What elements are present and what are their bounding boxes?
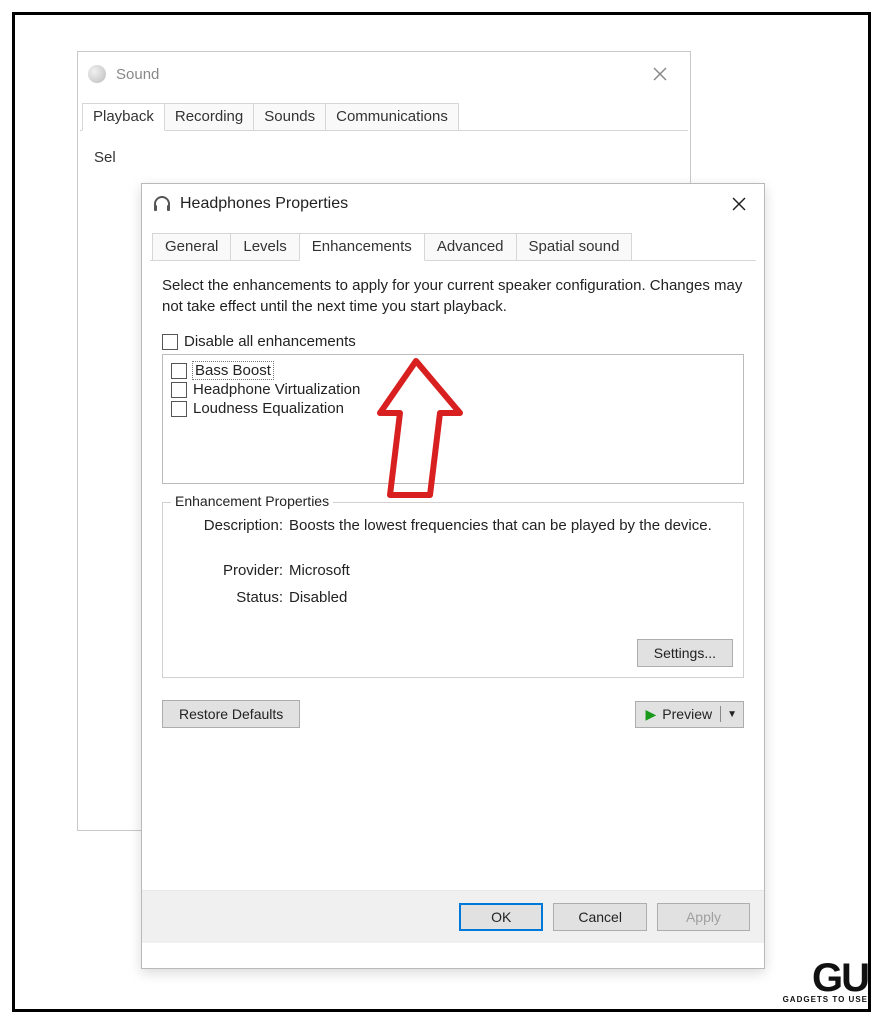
close-icon — [653, 67, 667, 81]
watermark-big: GU — [783, 960, 868, 996]
cancel-button[interactable]: Cancel — [553, 903, 647, 931]
watermark: GU GADGETS TO USE — [783, 960, 868, 1003]
enhancements-list[interactable]: Bass Boost Headphone Virtualization Loud… — [162, 354, 744, 484]
sound-icon — [88, 65, 106, 83]
watermark-small: GADGETS TO USE — [783, 996, 868, 1003]
ok-button[interactable]: OK — [459, 903, 543, 931]
play-icon: ▶ — [646, 706, 657, 723]
group-legend: Enhancement Properties — [171, 493, 333, 509]
props-close-button[interactable] — [718, 189, 760, 219]
sound-body-text: Sel — [94, 149, 116, 166]
checkbox-headphone-virtualization[interactable] — [171, 382, 187, 398]
tab-playback[interactable]: Playback — [82, 103, 165, 131]
enhancements-description: Select the enhancements to apply for you… — [162, 275, 744, 317]
tab-spatial-sound[interactable]: Spatial sound — [516, 233, 633, 260]
prop-provider-row: Provider: Microsoft — [177, 562, 733, 579]
provider-label: Provider: — [177, 562, 289, 579]
checkbox-loudness-equalization[interactable] — [171, 401, 187, 417]
description-label: Description: — [177, 517, 289, 534]
sound-title: Sound — [116, 66, 640, 83]
tab-sounds[interactable]: Sounds — [253, 103, 326, 130]
description-value: Boosts the lowest frequencies that can b… — [289, 517, 733, 534]
headphones-icon — [152, 194, 172, 214]
sound-tabs: Playback Recording Sounds Communications — [78, 100, 690, 130]
disable-all-checkbox[interactable] — [162, 334, 178, 350]
enh-label: Headphone Virtualization — [193, 381, 360, 398]
prop-description-row: Description: Boosts the lowest frequenci… — [177, 517, 733, 534]
tab-recording[interactable]: Recording — [164, 103, 254, 130]
props-titlebar: Headphones Properties — [142, 184, 764, 224]
status-label: Status: — [177, 589, 289, 606]
restore-defaults-button[interactable]: Restore Defaults — [162, 700, 300, 728]
props-title: Headphones Properties — [180, 195, 718, 213]
dropdown-icon[interactable]: ▼ — [727, 709, 737, 720]
preview-button[interactable]: ▶ Preview ▼ — [635, 701, 744, 728]
sound-titlebar: Sound — [78, 52, 690, 96]
provider-value: Microsoft — [289, 562, 733, 579]
dialog-button-row: OK Cancel Apply — [142, 890, 764, 943]
enh-item-bass-boost[interactable]: Bass Boost — [171, 361, 735, 380]
enhancement-properties-group: Enhancement Properties Description: Boos… — [162, 502, 744, 678]
apply-button[interactable]: Apply — [657, 903, 750, 931]
disable-all-label: Disable all enhancements — [184, 333, 356, 350]
tab-communications[interactable]: Communications — [325, 103, 459, 130]
enh-item-loudness-equalization[interactable]: Loudness Equalization — [171, 399, 735, 418]
sound-close-button[interactable] — [640, 58, 680, 90]
enhancements-panel: Select the enhancements to apply for you… — [150, 260, 756, 890]
preview-label: Preview — [662, 706, 712, 722]
status-value: Disabled — [289, 589, 733, 606]
tab-enhancements[interactable]: Enhancements — [299, 233, 425, 261]
props-tabs: General Levels Enhancements Advanced Spa… — [142, 230, 764, 260]
enh-label: Bass Boost — [193, 362, 273, 379]
prop-status-row: Status: Disabled — [177, 589, 733, 606]
sound-body: Sel — [80, 130, 688, 184]
checkbox-bass-boost[interactable] — [171, 363, 187, 379]
disable-all-row[interactable]: Disable all enhancements — [162, 333, 744, 350]
enh-label: Loudness Equalization — [193, 400, 344, 417]
tab-levels[interactable]: Levels — [230, 233, 299, 260]
tab-general[interactable]: General — [152, 233, 231, 260]
enh-item-headphone-virtualization[interactable]: Headphone Virtualization — [171, 380, 735, 399]
settings-button[interactable]: Settings... — [637, 639, 733, 667]
headphones-properties-dialog: Headphones Properties General Levels Enh… — [141, 183, 765, 969]
tab-advanced[interactable]: Advanced — [424, 233, 517, 260]
close-icon — [732, 197, 746, 211]
